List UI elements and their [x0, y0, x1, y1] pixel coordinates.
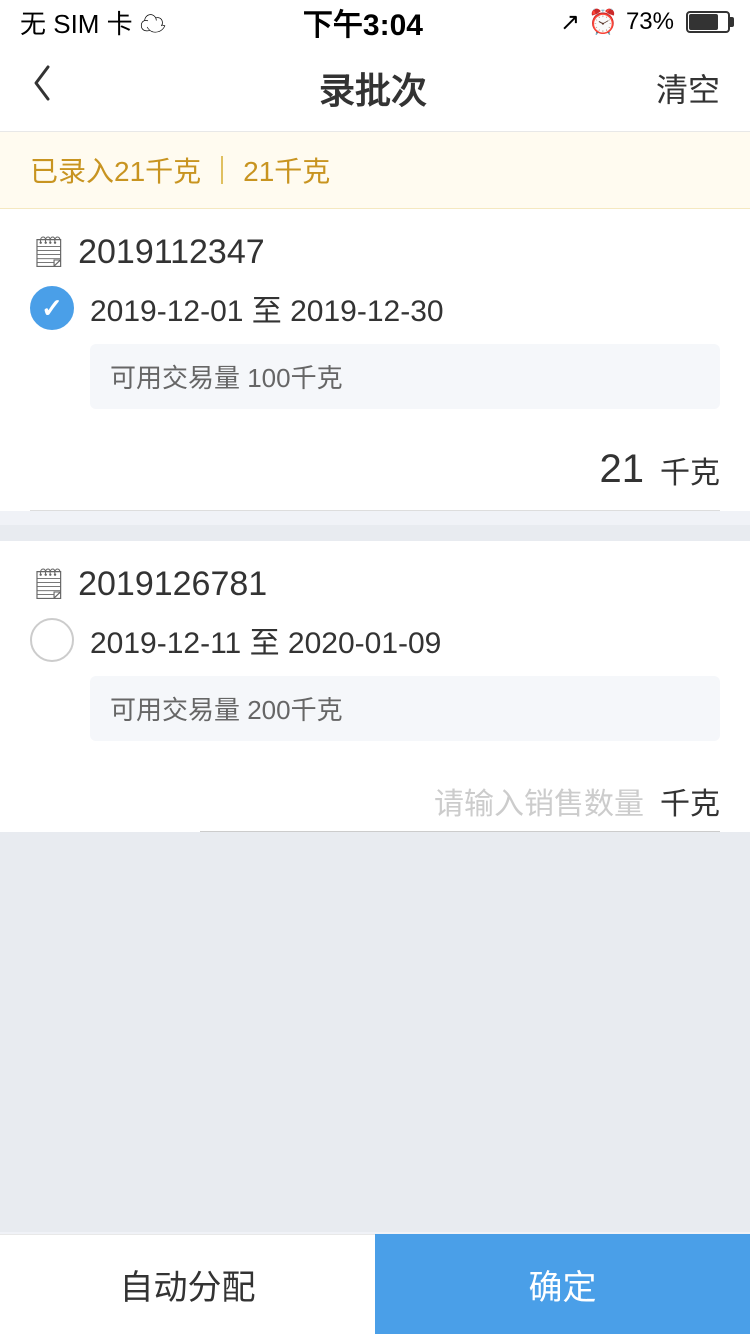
batch1-separator — [30, 510, 720, 511]
batch2-qty-text: 可用交易量 200千克 — [110, 695, 343, 725]
batch1-doc-icon: 🗒 — [30, 235, 68, 270]
batch1-amount-value[interactable]: 21 — [600, 447, 645, 492]
batch1-id: 2019112347 — [78, 233, 265, 272]
info-divider — [221, 156, 223, 184]
qty-placeholder: 请输入销售数量 — [434, 779, 644, 823]
info-banner: 已录入21千克 21千克 — [0, 132, 750, 209]
status-left: 无 SIM 卡 ☁ — [20, 4, 166, 41]
confirm-button[interactable]: 确定 — [375, 1234, 750, 1334]
status-right: ↗ ⏰ 73% — [560, 8, 730, 37]
batch1-qty-row: 可用交易量 100千克 — [90, 344, 720, 409]
gray-area — [0, 832, 750, 1232]
page-title: 录批次 — [319, 62, 427, 114]
clear-button[interactable]: 清空 — [656, 65, 720, 111]
location-icon: ↗ — [560, 8, 580, 37]
back-button[interactable] — [30, 63, 90, 113]
info-value: 21千克 — [243, 150, 330, 190]
batch2-qty-row: 可用交易量 200千克 — [90, 676, 720, 741]
batch2-checkbox[interactable] — [30, 618, 74, 662]
batch2-unit: 千克 — [660, 779, 720, 823]
batch2-id-row: 🗒 2019126781 — [30, 565, 720, 604]
no-sim-text: 无 SIM 卡 ☁ — [20, 4, 166, 41]
batch1-amount-unit: 千克 — [660, 448, 720, 492]
recorded-label: 已录入21千克 — [30, 150, 201, 190]
batch1-id-row: 🗒 2019112347 — [30, 233, 720, 272]
batch2-doc-icon: 🗒 — [30, 567, 68, 602]
batch1-checkbox[interactable] — [30, 286, 74, 330]
batch2-date: 2019-12-11 至 2020-01-09 — [90, 618, 441, 662]
batch-item-2: 🗒 2019126781 2019-12-11 至 2020-01-09 可用交… — [0, 541, 750, 832]
alarm-icon: ⏰ — [588, 8, 618, 37]
nav-bar: 录批次 清空 — [0, 44, 750, 132]
batch2-id: 2019126781 — [78, 565, 267, 604]
batch2-qty-input-row[interactable]: 请输入销售数量 千克 — [0, 761, 750, 827]
battery-icon — [686, 11, 730, 33]
batch-item-1: 🗒 2019112347 2019-12-01 至 2019-12-30 可用交… — [0, 209, 750, 511]
batch1-date: 2019-12-01 至 2019-12-30 — [90, 286, 444, 330]
status-bar: 无 SIM 卡 ☁ 下午3:04 ↗ ⏰ 73% — [0, 0, 750, 44]
batch2-date-row[interactable]: 2019-12-11 至 2020-01-09 — [30, 618, 720, 662]
batch1-date-row[interactable]: 2019-12-01 至 2019-12-30 — [30, 286, 720, 330]
auto-distribute-button[interactable]: 自动分配 — [0, 1234, 375, 1334]
section-divider — [0, 525, 750, 541]
batch1-qty-text: 可用交易量 100千克 — [110, 363, 343, 393]
bottom-bar: 自动分配 确定 — [0, 1234, 750, 1334]
status-time: 下午3:04 — [303, 0, 423, 44]
battery-text: 73% — [626, 8, 674, 36]
batch1-amount-row: 21 千克 — [0, 429, 750, 496]
